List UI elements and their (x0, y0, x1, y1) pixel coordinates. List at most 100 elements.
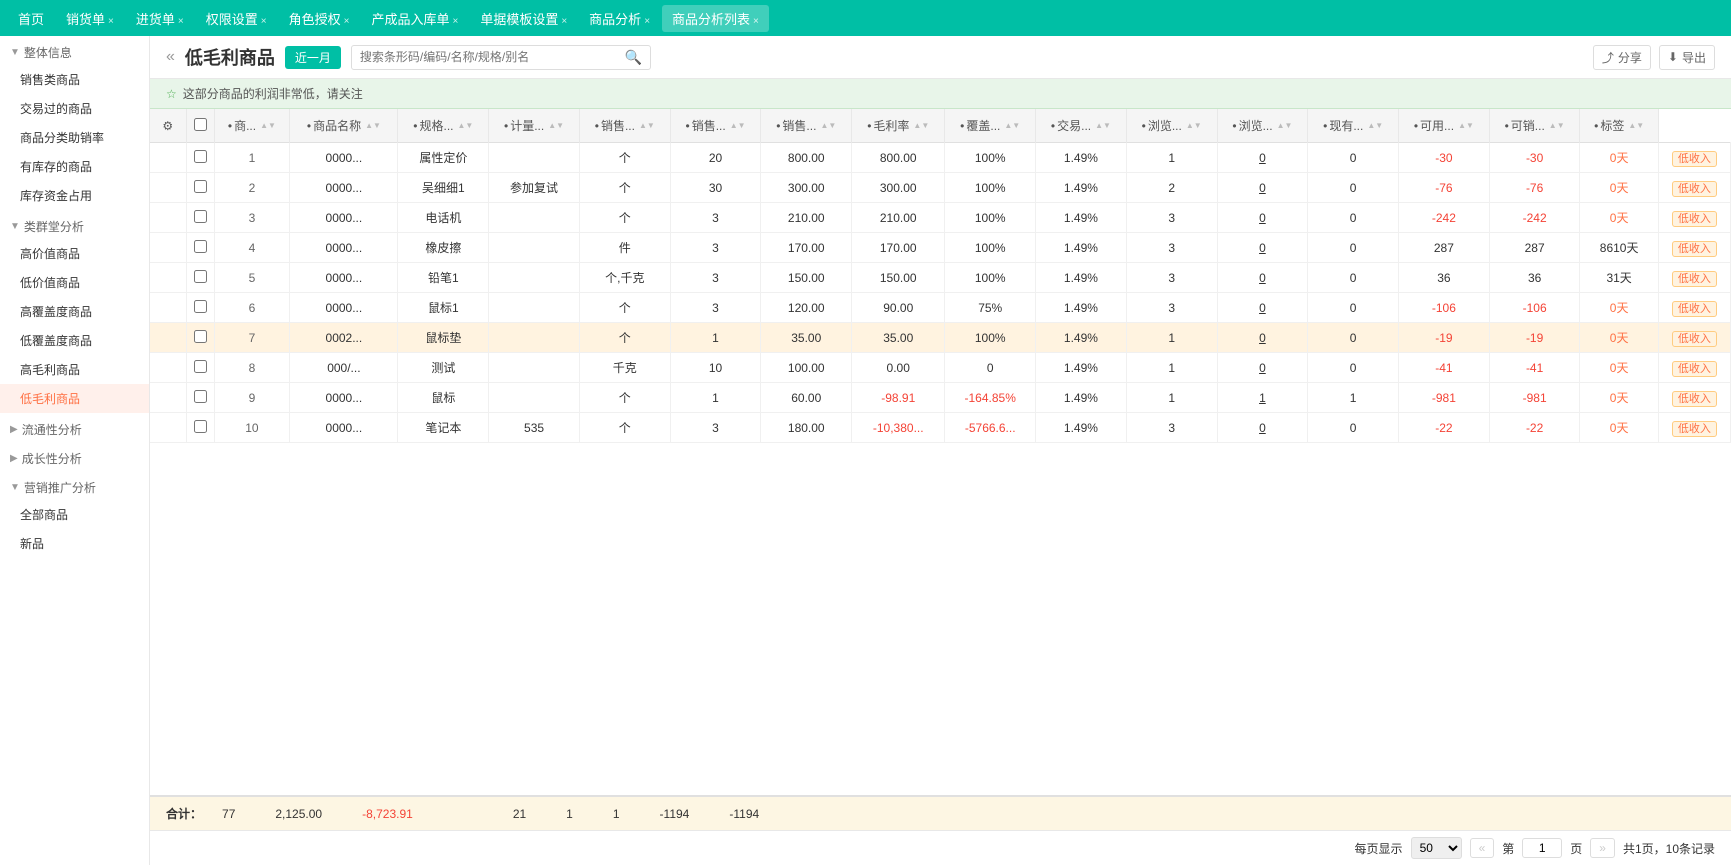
nav-close-template[interactable]: × (561, 16, 567, 27)
sidebar-item-category-rate[interactable]: 商品分类助销率 (0, 123, 149, 152)
nav-close-purchase[interactable]: × (178, 16, 184, 27)
row-select-checkbox-4[interactable] (194, 270, 207, 283)
row-select-checkbox-5[interactable] (194, 300, 207, 313)
row-views1-5[interactable]: 0 (1217, 293, 1308, 323)
sort-sales-profit-icon[interactable]: ▲▼ (820, 122, 836, 130)
nav-close-roles[interactable]: × (344, 16, 350, 27)
col-transactions[interactable]: • 交易... ▲▼ (1036, 109, 1127, 143)
sidebar-item-capital[interactable]: 库存资金占用 (0, 181, 149, 210)
row-views1-8[interactable]: 1 (1217, 383, 1308, 413)
row-views1-1[interactable]: 0 (1217, 173, 1308, 203)
row-checkbox-5[interactable] (186, 293, 214, 323)
sidebar-group-marketing[interactable]: ▼ 营销推广分析 (0, 471, 149, 500)
nav-permissions[interactable]: 权限设置× (196, 5, 277, 32)
col-gross-margin[interactable]: • 毛利率 ▲▼ (852, 109, 945, 143)
col-checkbox[interactable] (186, 109, 214, 143)
sort-sales-qty-icon[interactable]: ▲▼ (639, 122, 655, 130)
col-sales-profit[interactable]: • 销售... ▲▼ (761, 109, 852, 143)
nav-roles[interactable]: 角色授权× (279, 5, 360, 32)
settings-icon[interactable]: ⚙ (162, 119, 173, 133)
row-select-checkbox-8[interactable] (194, 390, 207, 403)
row-views1-6[interactable]: 0 (1217, 323, 1308, 353)
nav-close-analysis-list[interactable]: × (753, 16, 759, 27)
row-checkbox-9[interactable] (186, 413, 214, 443)
row-checkbox-7[interactable] (186, 353, 214, 383)
col-settings[interactable]: ⚙ (150, 109, 186, 143)
row-checkbox-6[interactable] (186, 323, 214, 353)
search-icon[interactable]: 🔍 (624, 49, 641, 66)
col-sales-price[interactable]: • 销售... ▲▼ (670, 109, 761, 143)
date-filter-button[interactable]: 近一月 (285, 46, 341, 69)
sort-views1-icon[interactable]: ▲▼ (1186, 122, 1202, 130)
nav-sales[interactable]: 销货单× (56, 5, 124, 32)
row-views1-2[interactable]: 0 (1217, 203, 1308, 233)
sort-spec-icon[interactable]: ▲▼ (458, 122, 474, 130)
sidebar-group-overall[interactable]: ▼ 整体信息 (0, 36, 149, 65)
sidebar-toggle-icon[interactable]: « (166, 48, 175, 66)
col-unit[interactable]: • 计量... ▲▼ (489, 109, 580, 143)
col-name[interactable]: • 商品名称 ▲▼ (290, 109, 398, 143)
sort-current-stock-icon[interactable]: ▲▼ (1367, 122, 1383, 130)
nav-products[interactable]: 产成品入库单× (361, 5, 468, 32)
sort-transactions-icon[interactable]: ▲▼ (1095, 122, 1111, 130)
row-select-checkbox-1[interactable] (194, 180, 207, 193)
nav-close-products[interactable]: × (452, 16, 458, 27)
col-sales-qty[interactable]: • 销售... ▲▼ (579, 109, 670, 143)
sidebar-item-new-goods[interactable]: 新品 (0, 529, 149, 558)
row-views1-7[interactable]: 0 (1217, 353, 1308, 383)
col-available[interactable]: • 可用... ▲▼ (1399, 109, 1490, 143)
row-select-checkbox-6[interactable] (194, 330, 207, 343)
sort-unit-icon[interactable]: ▲▼ (548, 122, 564, 130)
row-views1-0[interactable]: 0 (1217, 143, 1308, 173)
share-button[interactable]: ⤴ 分享 (1593, 45, 1651, 70)
sort-margin-icon[interactable]: ▲▼ (913, 122, 929, 130)
col-coverage[interactable]: • 覆盖... ▲▼ (945, 109, 1036, 143)
sidebar-item-traded-goods[interactable]: 交易过的商品 (0, 94, 149, 123)
sort-code-icon[interactable]: ▲▼ (260, 122, 276, 130)
row-checkbox-0[interactable] (186, 143, 214, 173)
export-button[interactable]: ⬇ 导出 (1659, 45, 1715, 70)
sidebar-item-high-coverage[interactable]: 高覆盖度商品 (0, 297, 149, 326)
sort-name-icon[interactable]: ▲▼ (365, 122, 381, 130)
search-input[interactable] (360, 50, 625, 64)
prev-page-button[interactable]: « (1470, 838, 1495, 858)
row-views1-3[interactable]: 0 (1217, 233, 1308, 263)
col-views2[interactable]: • 浏览... ▲▼ (1217, 109, 1308, 143)
nav-home[interactable]: 首页 (8, 5, 54, 32)
sidebar-item-low-coverage[interactable]: 低覆盖度商品 (0, 326, 149, 355)
nav-analysis-list[interactable]: 商品分析列表× (662, 5, 769, 32)
sidebar-group-circulation[interactable]: ▶ 流通性分析 (0, 413, 149, 442)
sidebar-group-growth[interactable]: ▶ 成长性分析 (0, 442, 149, 471)
row-select-checkbox-3[interactable] (194, 240, 207, 253)
nav-close-sales[interactable]: × (108, 16, 114, 27)
select-all-checkbox[interactable] (194, 118, 207, 131)
sidebar-item-high-value[interactable]: 高价值商品 (0, 239, 149, 268)
nav-template[interactable]: 单据模板设置× (470, 5, 577, 32)
sort-coverage-icon[interactable]: ▲▼ (1004, 122, 1020, 130)
sort-sales-price-icon[interactable]: ▲▼ (730, 122, 746, 130)
row-checkbox-1[interactable] (186, 173, 214, 203)
sort-sellable-icon[interactable]: ▲▼ (1549, 122, 1565, 130)
col-views1[interactable]: • 浏览... ▲▼ (1126, 109, 1217, 143)
sidebar-group-cluster[interactable]: ▼ 类群堂分析 (0, 210, 149, 239)
sort-views2-icon[interactable]: ▲▼ (1277, 122, 1293, 130)
col-sellable[interactable]: • 可销... ▲▼ (1489, 109, 1580, 143)
sidebar-item-all-goods[interactable]: 全部商品 (0, 500, 149, 529)
col-current-stock[interactable]: • 现有... ▲▼ (1308, 109, 1399, 143)
col-spec[interactable]: • 规格... ▲▼ (398, 109, 489, 143)
nav-close-permissions[interactable]: × (261, 16, 267, 27)
col-code[interactable]: • 商... ▲▼ (214, 109, 290, 143)
row-select-checkbox-9[interactable] (194, 420, 207, 433)
row-select-checkbox-7[interactable] (194, 360, 207, 373)
row-views1-4[interactable]: 0 (1217, 263, 1308, 293)
row-checkbox-4[interactable] (186, 263, 214, 293)
page-number-input[interactable] (1522, 838, 1562, 858)
next-page-button[interactable]: » (1590, 838, 1615, 858)
nav-analysis[interactable]: 商品分析× (579, 5, 660, 32)
sidebar-item-low-value[interactable]: 低价值商品 (0, 268, 149, 297)
row-select-checkbox-2[interactable] (194, 210, 207, 223)
row-checkbox-3[interactable] (186, 233, 214, 263)
row-select-checkbox-0[interactable] (194, 150, 207, 163)
sidebar-item-high-margin[interactable]: 高毛利商品 (0, 355, 149, 384)
row-views1-9[interactable]: 0 (1217, 413, 1308, 443)
